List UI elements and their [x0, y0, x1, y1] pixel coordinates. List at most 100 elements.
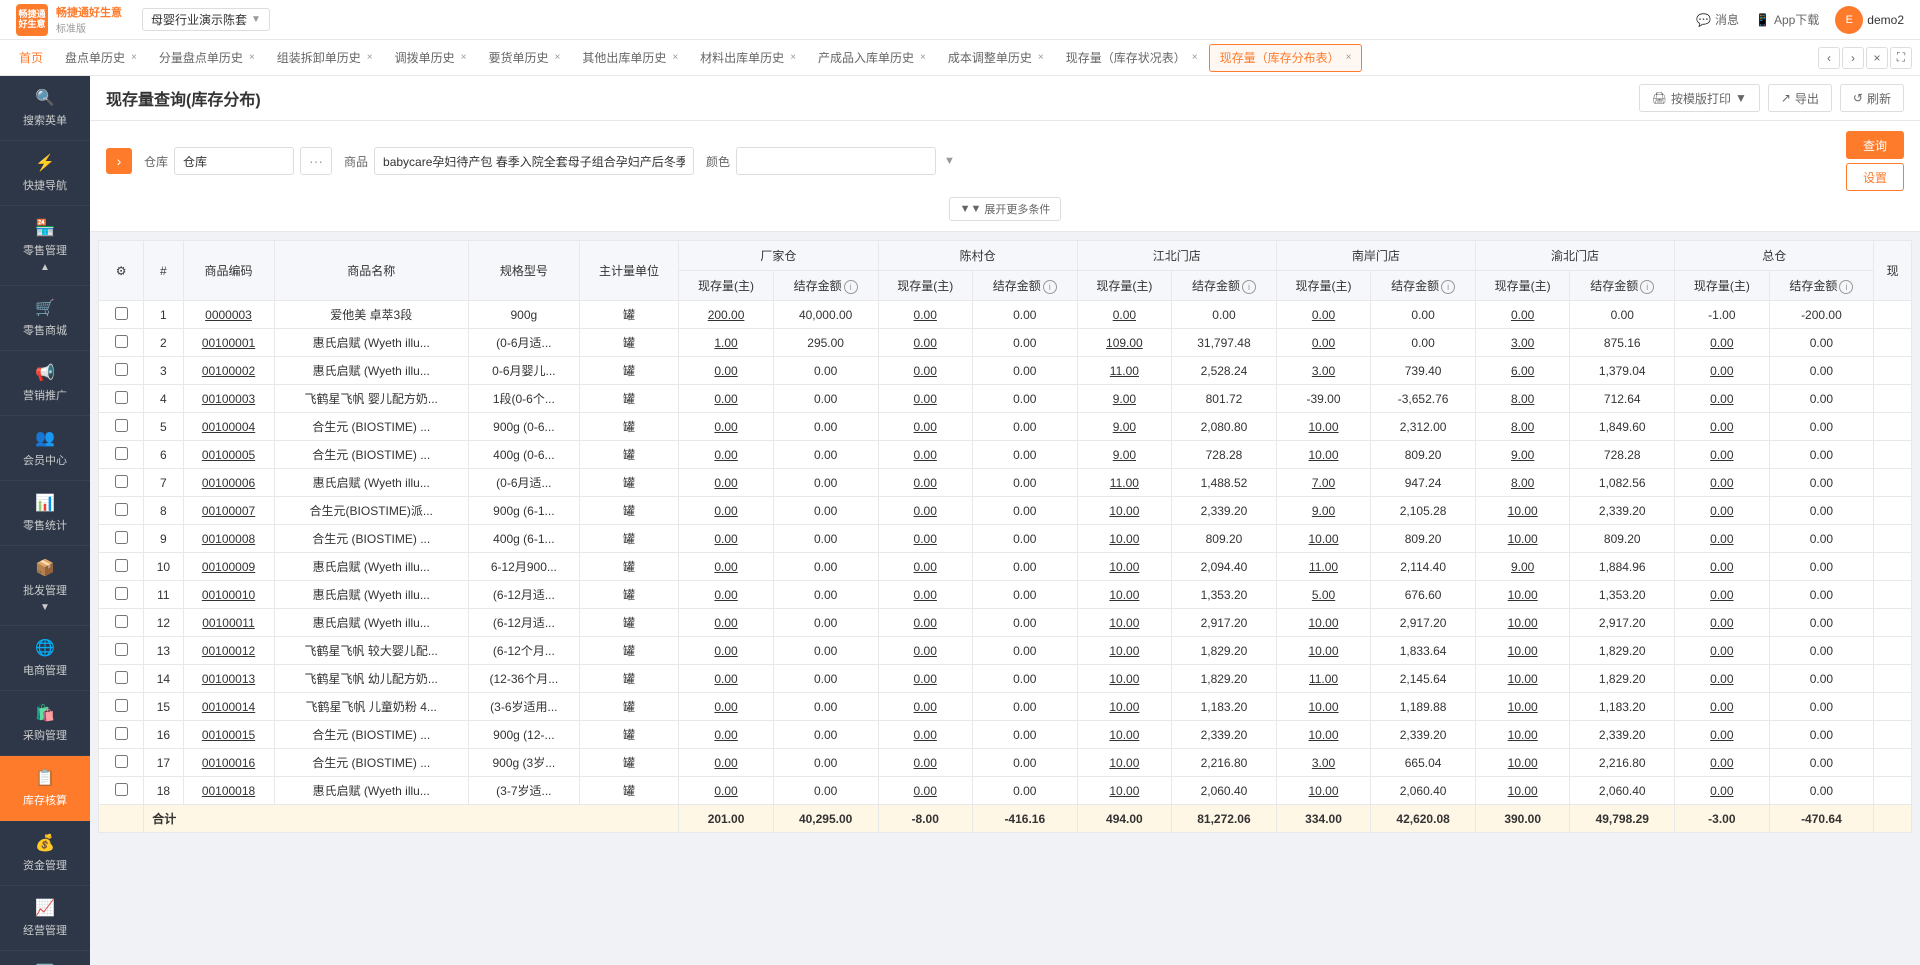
tab-close[interactable]: × [1038, 52, 1044, 63]
sidebar-item-basic[interactable]: ℹ️ 基础信息 [0, 951, 90, 965]
row-t-amt: 0.00 [1769, 525, 1874, 553]
tab-close[interactable]: × [367, 52, 373, 63]
row-checkbox[interactable] [99, 609, 144, 637]
industry-selector[interactable]: 母婴行业演示陈套 ▼ [142, 8, 270, 31]
info-icon[interactable]: i [844, 280, 858, 294]
expand-arrow: ▲ [40, 262, 50, 273]
row-checkbox[interactable] [99, 553, 144, 581]
row-checkbox[interactable] [99, 469, 144, 497]
nav-close-btn[interactable]: × [1866, 47, 1888, 69]
row-checkbox[interactable] [99, 777, 144, 805]
row-checkbox[interactable] [99, 749, 144, 777]
row-code: 00100014 [183, 693, 274, 721]
row-unit: 罐 [579, 721, 679, 749]
refresh-btn[interactable]: ↺ 刷新 [1840, 84, 1904, 112]
export-btn[interactable]: ↗ 导出 [1768, 84, 1832, 112]
sidebar-item-retail-mgr[interactable]: 🏪 零售管理 ▲ [0, 206, 90, 286]
tab-label: 调拨单历史 [395, 49, 455, 66]
tab-cost-adjust[interactable]: 成本调整单历史 × [937, 44, 1055, 72]
query-btn[interactable]: 查询 [1846, 131, 1904, 159]
app-download-btn[interactable]: 📱 App下载 [1755, 11, 1819, 28]
warehouse-dots-btn[interactable]: ··· [300, 147, 332, 175]
tab-transfer[interactable]: 调拨单历史 × [384, 44, 478, 72]
setting-btn[interactable]: 设置 [1846, 163, 1904, 191]
row-checkbox[interactable] [99, 637, 144, 665]
sidebar-item-retail-store[interactable]: 🛒 零售商城 [0, 286, 90, 351]
warehouse-input[interactable] [174, 147, 294, 175]
row-checkbox[interactable] [99, 693, 144, 721]
row-checkbox[interactable] [99, 329, 144, 357]
tab-stock-status[interactable]: 现存量（库存状况表） × [1055, 44, 1209, 72]
row-checkbox[interactable] [99, 357, 144, 385]
nav-left-btn[interactable]: ‹ [1818, 47, 1840, 69]
sidebar-item-ops[interactable]: 📈 经营管理 [0, 886, 90, 951]
th-total-warehouse: 总仓 [1675, 241, 1874, 271]
row-na-amt: 0.00 [1371, 329, 1476, 357]
tab-close[interactable]: × [554, 52, 560, 63]
tab-material-out[interactable]: 材料出库单历史 × [689, 44, 807, 72]
tab-stock-dist[interactable]: 现存量（库存分布表） × [1209, 44, 1363, 72]
collapse-btn[interactable]: › [106, 148, 132, 174]
sidebar-item-inventory[interactable]: 📋 库存核算 [0, 756, 90, 821]
sidebar-item-wholesale[interactable]: 📦 批发管理 ▼ [0, 546, 90, 626]
tab-close[interactable]: × [1346, 52, 1352, 63]
row-checkbox[interactable] [99, 301, 144, 329]
tab-product-in[interactable]: 产成品入库单历史 × [807, 44, 937, 72]
message-btn[interactable]: 💬 消息 [1696, 11, 1739, 28]
row-l-amt: 0.00 [972, 609, 1077, 637]
sidebar-item-ecom[interactable]: 🌐 电商管理 [0, 626, 90, 691]
row-checkbox[interactable] [99, 497, 144, 525]
sidebar-item-purchase[interactable]: 🛍️ 采购管理 [0, 691, 90, 756]
summary-l-amt: -416.16 [972, 805, 1077, 833]
sidebar-item-quicknav[interactable]: ⚡ 快捷导航 [0, 141, 90, 206]
row-checkbox[interactable] [99, 721, 144, 749]
color-input[interactable] [736, 147, 936, 175]
avatar-initials: E [1846, 14, 1853, 26]
info-icon[interactable]: i [1839, 280, 1853, 294]
row-yb-amt: 0.00 [1570, 301, 1675, 329]
tab-close[interactable]: × [1192, 52, 1198, 63]
row-index: 7 [144, 469, 183, 497]
tab-stock-history[interactable]: 盘点单历史 × [54, 44, 148, 72]
sidebar-item-finance[interactable]: 💰 资金管理 [0, 821, 90, 886]
sidebar-item-member[interactable]: 👥 会员中心 [0, 416, 90, 481]
info-icon[interactable]: i [1242, 280, 1256, 294]
info-icon[interactable]: i [1441, 280, 1455, 294]
row-checkbox[interactable] [99, 441, 144, 469]
info-icon[interactable]: i [1640, 280, 1654, 294]
export-icon: ↗ [1781, 91, 1791, 105]
row-t-amt: -200.00 [1769, 301, 1874, 329]
tab-close[interactable]: × [920, 52, 926, 63]
gear-icon[interactable]: ⚙ [112, 262, 130, 280]
row-yb-stock: 9.00 [1475, 553, 1569, 581]
goods-input[interactable] [374, 147, 694, 175]
tab-other-out[interactable]: 其他出库单历史 × [571, 44, 689, 72]
tab-close[interactable]: × [790, 52, 796, 63]
row-checkbox[interactable] [99, 665, 144, 693]
th-gear[interactable]: ⚙ [99, 241, 144, 301]
tab-split-stock[interactable]: 分量盘点单历史 × [148, 44, 266, 72]
tab-close[interactable]: × [249, 52, 255, 63]
row-code: 00100006 [183, 469, 274, 497]
info-icon[interactable]: i [1043, 280, 1057, 294]
tab-group[interactable]: 组装拆卸单历史 × [266, 44, 384, 72]
print-btn[interactable]: 🖨 按模版打印 ▼ [1639, 84, 1760, 112]
summary-checkbox [99, 805, 144, 833]
sidebar-item-marketing[interactable]: 📢 营销推广 [0, 351, 90, 416]
user-profile[interactable]: E demo2 [1835, 6, 1904, 34]
tab-home[interactable]: 首页 [8, 44, 54, 72]
sidebar-item-retail-stats[interactable]: 📊 零售统计 [0, 481, 90, 546]
row-checkbox[interactable] [99, 525, 144, 553]
expand-more-btn[interactable]: ▼▼ 展开更多条件 [949, 197, 1062, 221]
row-l-amt: 0.00 [972, 581, 1077, 609]
tab-close[interactable]: × [461, 52, 467, 63]
tab-close[interactable]: × [672, 52, 678, 63]
tab-close[interactable]: × [131, 52, 137, 63]
tab-purchase[interactable]: 要货单历史 × [477, 44, 571, 72]
row-checkbox[interactable] [99, 581, 144, 609]
nav-expand-btn[interactable]: ⛶ [1890, 47, 1912, 69]
row-checkbox[interactable] [99, 385, 144, 413]
sidebar-item-search[interactable]: 🔍 搜索英单 [0, 76, 90, 141]
row-checkbox[interactable] [99, 413, 144, 441]
nav-right-btn[interactable]: › [1842, 47, 1864, 69]
